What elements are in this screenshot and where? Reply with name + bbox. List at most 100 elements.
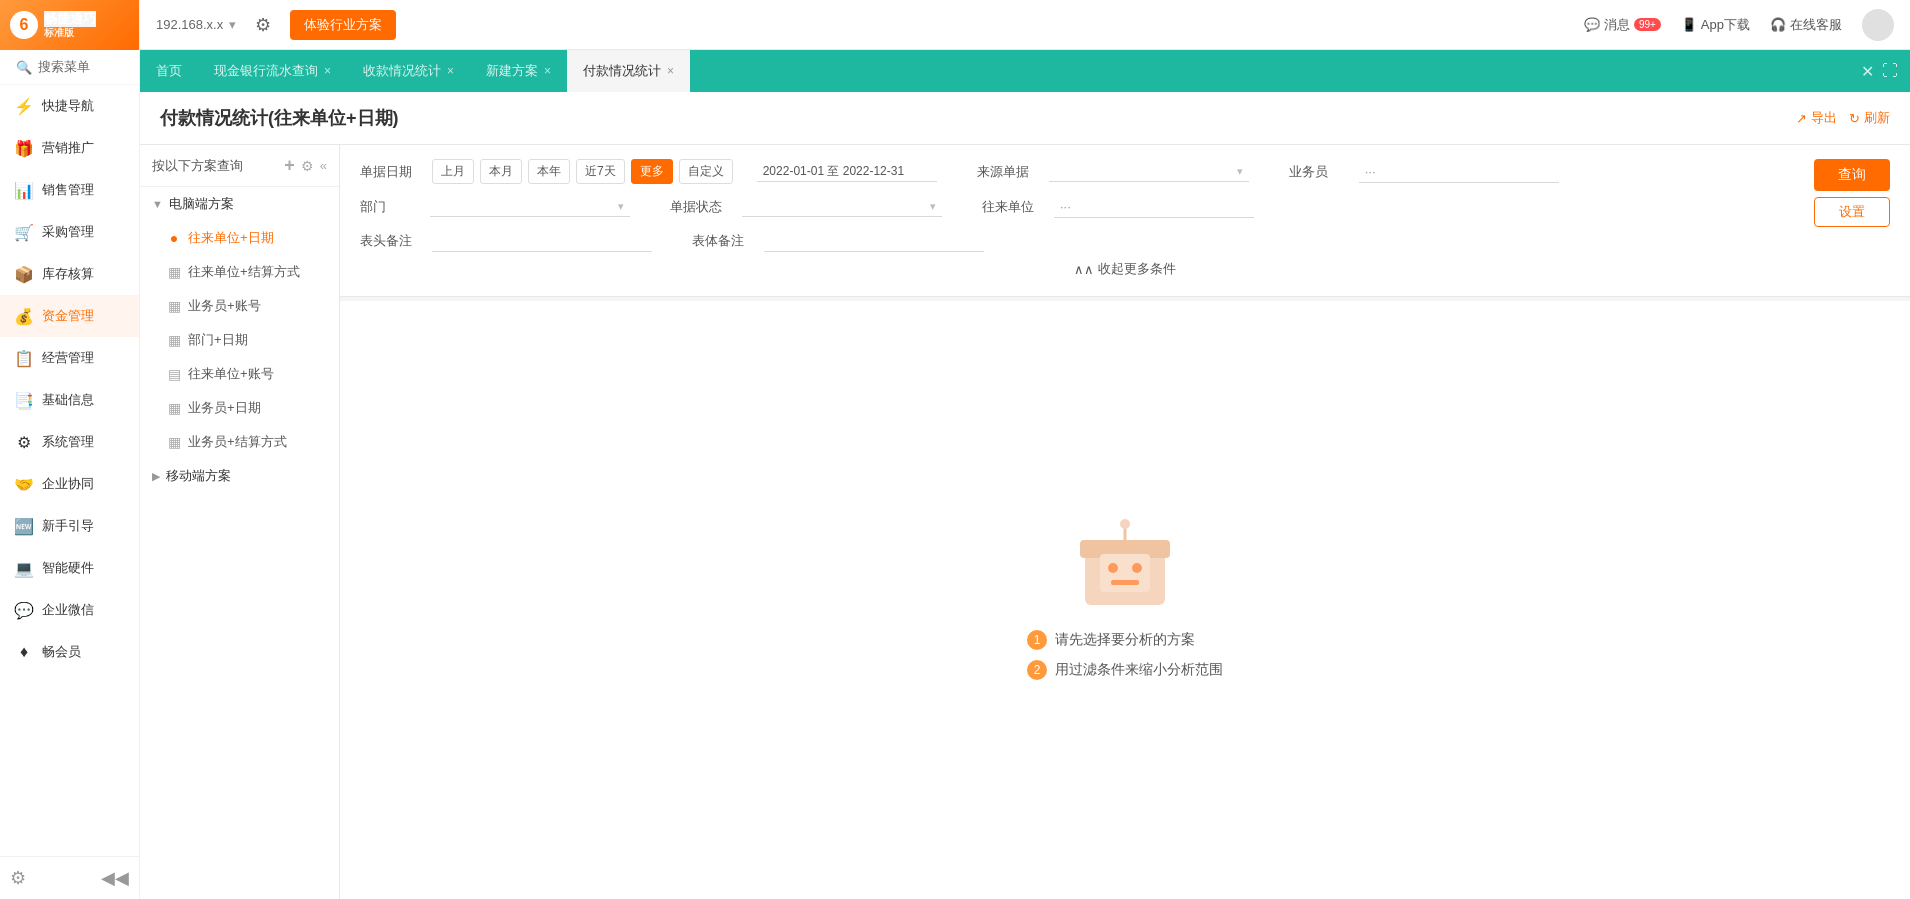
tab-new[interactable]: 新建方案 × [470, 50, 567, 92]
sidebar-wechat-label: 企业微信 [42, 601, 94, 619]
staff-filter-label: 业务员 [1289, 163, 1339, 181]
app-icon: 📱 [1681, 17, 1697, 32]
tab-bank-close[interactable]: × [324, 64, 331, 78]
page-title: 付款情况统计(往来单位+日期) [160, 106, 399, 130]
source-select[interactable]: ▾ [1049, 162, 1249, 182]
sidebar-item-system[interactable]: ⚙ 系统管理 [0, 421, 139, 463]
scheme-panel-label: 按以下方案查询 [152, 157, 243, 175]
date-range-input[interactable] [757, 163, 937, 182]
scheme-item-staff-settle[interactable]: ▦ 业务员+结算方式 [140, 425, 339, 459]
tab-payment-close[interactable]: × [667, 64, 674, 78]
scheme-item-staff-account[interactable]: ▦ 业务员+账号 [140, 289, 339, 323]
svg-point-7 [1120, 519, 1130, 529]
tab-new-label: 新建方案 [486, 62, 538, 80]
sidebar-item-corp[interactable]: 🤝 企业协同 [0, 463, 139, 505]
empty-step1-label: 请先选择要分析的方案 [1055, 631, 1195, 649]
refresh-label: 刷新 [1864, 109, 1890, 127]
online-service-button[interactable]: 🎧 在线客服 [1770, 16, 1842, 34]
date-btn-last-month[interactable]: 上月 [432, 159, 474, 184]
mobile-scheme-group[interactable]: ▶ 移动端方案 [140, 459, 339, 493]
setting-button[interactable]: 设置 [1814, 197, 1890, 227]
tab-new-close[interactable]: × [544, 64, 551, 78]
sidebar-item-member[interactable]: ♦ 畅会员 [0, 631, 139, 673]
sidebar-item-search[interactable]: 🔍 搜索菜单 [0, 50, 139, 85]
address-text: 192.168.x.x [156, 17, 223, 32]
settings-icon[interactable]: ⚙ [10, 867, 26, 889]
topbar-gear-button[interactable]: ⚙ [248, 10, 278, 40]
header-note-label: 表头备注 [360, 232, 412, 250]
scheme-item-staff-date[interactable]: ▦ 业务员+日期 [140, 391, 339, 425]
date-btn-this-year[interactable]: 本年 [528, 159, 570, 184]
export-label: 导出 [1811, 109, 1837, 127]
scheme-settings-button[interactable]: ⚙ [301, 158, 314, 174]
app-download-button[interactable]: 📱 App下载 [1681, 16, 1750, 34]
sidebar-item-sales[interactable]: 📊 销售管理 [0, 169, 139, 211]
sidebar-item-purchase[interactable]: 🛒 采购管理 [0, 211, 139, 253]
sidebar-item-finance[interactable]: 💰 资金管理 [0, 295, 139, 337]
scheme-item-dept-date[interactable]: ▦ 部门+日期 [140, 323, 339, 357]
date-filter-label: 单据日期 [360, 163, 412, 181]
add-scheme-button[interactable]: + [284, 155, 295, 176]
refresh-button[interactable]: ↻ 刷新 [1849, 109, 1890, 127]
svg-rect-2 [1100, 554, 1150, 592]
sidebar-item-marketing[interactable]: 🎁 营销推广 [0, 127, 139, 169]
logo-edition: 标准版 [44, 27, 96, 39]
export-button[interactable]: ↗ 导出 [1796, 109, 1837, 127]
inventory-icon: 📦 [14, 264, 34, 284]
sidebar-operation-label: 经营管理 [42, 349, 94, 367]
sidebar-item-hardware[interactable]: 💻 智能硬件 [0, 547, 139, 589]
dept-select[interactable]: ▾ [430, 197, 630, 217]
date-btn-more[interactable]: 更多 [631, 159, 673, 184]
scheme-panel: 按以下方案查询 + ⚙ « ▼ 电脑端方案 ● 往来单位+日期 [140, 145, 340, 899]
window-expand-icon[interactable]: ⛶ [1882, 62, 1898, 80]
collapse-more-button[interactable]: ∧∧ 收起更多条件 [360, 252, 1890, 282]
tab-home[interactable]: 首页 [140, 50, 198, 92]
date-btn-this-month[interactable]: 本月 [480, 159, 522, 184]
hardware-icon: 💻 [14, 558, 34, 578]
tab-payment[interactable]: 付款情况统计 × [567, 50, 690, 92]
source-filter-label: 来源单据 [977, 163, 1029, 181]
mobile-group-label: 移动端方案 [166, 467, 231, 485]
query-button[interactable]: 查询 [1814, 159, 1890, 191]
partner-select[interactable]: ··· [1054, 196, 1254, 218]
collapse-panel-button[interactable]: « [320, 158, 327, 173]
address-dropdown-icon[interactable]: ▾ [229, 17, 236, 32]
sidebar-item-basic[interactable]: 📑 基础信息 [0, 379, 139, 421]
tab-receipt[interactable]: 收款情况统计 × [347, 50, 470, 92]
staff-select[interactable]: ··· [1359, 161, 1559, 183]
tab-bank[interactable]: 现金银行流水查询 × [198, 50, 347, 92]
user-avatar[interactable] [1862, 9, 1894, 41]
sidebar-item-guide[interactable]: 🆕 新手引导 [0, 505, 139, 547]
doc-status-filter-label: 单据状态 [670, 198, 722, 216]
sidebar-nav: ⚡ 快捷导航 🎁 营销推广 📊 销售管理 🛒 采购管理 📦 库存核算 💰 资金管… [0, 85, 139, 856]
sidebar-guide-label: 新手引导 [42, 517, 94, 535]
scheme-item-partner-settle[interactable]: ▦ 往来单位+结算方式 [140, 255, 339, 289]
tabbar: 首页 现金银行流水查询 × 收款情况统计 × 新建方案 × 付款情况统计 × ✕… [140, 50, 1910, 92]
svg-point-4 [1132, 563, 1142, 573]
date-btn-custom[interactable]: 自定义 [679, 159, 733, 184]
sidebar-item-inventory[interactable]: 📦 库存核算 [0, 253, 139, 295]
header-note-input[interactable] [432, 230, 652, 252]
window-close-icon[interactable]: ✕ [1861, 62, 1874, 81]
collapse-sidebar-icon[interactable]: ◀◀ [101, 867, 129, 889]
tab-receipt-close[interactable]: × [447, 64, 454, 78]
desktop-scheme-group[interactable]: ▼ 电脑端方案 [140, 187, 339, 221]
sidebar-hardware-label: 智能硬件 [42, 559, 94, 577]
sidebar-item-wechat[interactable]: 💬 企业微信 [0, 589, 139, 631]
doc-status-select[interactable]: ▾ [742, 197, 942, 217]
filter-row-dept: 部门 ▾ 单据状态 ▾ 往来单位 ··· [360, 196, 1794, 218]
scheme-item-partner-account[interactable]: ▤ 往来单位+账号 [140, 357, 339, 391]
date-btn-7days[interactable]: 近7天 [576, 159, 625, 184]
empty-illustration [1065, 510, 1185, 610]
scheme-item-partner-date[interactable]: ● 往来单位+日期 [140, 221, 339, 255]
finance-icon: 💰 [14, 306, 34, 326]
empty-text: 1 请先选择要分析的方案 2 用过滤条件来缩小分析范围 [1027, 630, 1223, 690]
sidebar-corp-label: 企业协同 [42, 475, 94, 493]
trial-button[interactable]: 体验行业方案 [290, 10, 396, 40]
step2-num: 2 [1027, 660, 1047, 680]
body-note-input[interactable] [764, 230, 984, 252]
sidebar-item-quick[interactable]: ⚡ 快捷导航 [0, 85, 139, 127]
message-button[interactable]: 💬 消息 99+ [1584, 16, 1661, 34]
sidebar-item-operation[interactable]: 📋 经营管理 [0, 337, 139, 379]
service-label: 在线客服 [1790, 16, 1842, 34]
